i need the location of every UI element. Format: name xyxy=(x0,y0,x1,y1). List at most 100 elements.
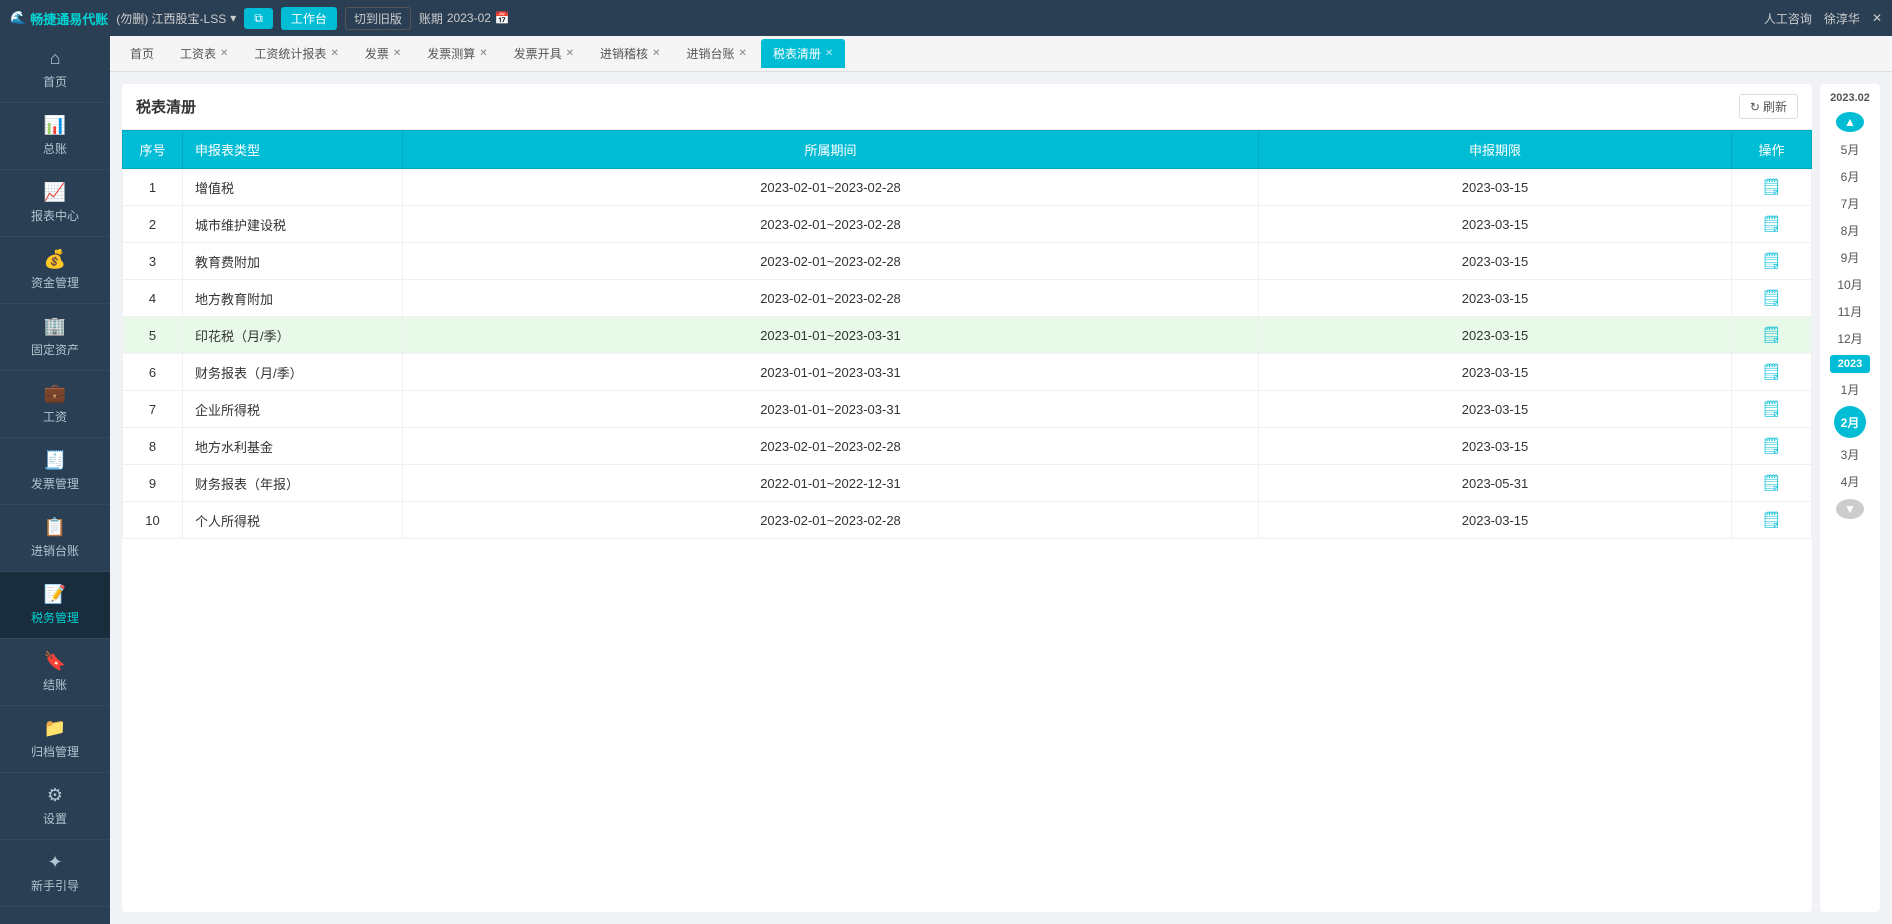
switch-old-btn[interactable]: 切到旧版 xyxy=(345,7,411,30)
archive-icon: 📁 xyxy=(44,718,66,739)
refresh-btn[interactable]: ↻ 刷新 xyxy=(1739,94,1798,119)
tab-sales-ledger[interactable]: 进销台账 ✕ xyxy=(674,39,758,68)
cell-action[interactable]: 🗒 xyxy=(1732,317,1812,354)
tab-invoice-open[interactable]: 发票开具 ✕ xyxy=(502,39,586,68)
action-icon[interactable]: 🗒 xyxy=(1761,364,1781,381)
sidebar-label-reconcile: 进销台账 xyxy=(31,542,79,559)
action-icon[interactable]: 🗒 xyxy=(1761,253,1781,270)
sidebar-item-wages[interactable]: 💼 工资 xyxy=(0,371,110,438)
sidebar-item-report[interactable]: 📈 报表中心 xyxy=(0,170,110,237)
table-row: 10 个人所得税 2023-02-01~2023-02-28 2023-03-1… xyxy=(123,502,1812,539)
consult-btn[interactable]: 人工咨询 xyxy=(1764,10,1812,27)
cal-month-1[interactable]: 1月 xyxy=(1820,376,1880,403)
cal-month-3[interactable]: 3月 xyxy=(1820,441,1880,468)
action-icon[interactable]: 🗒 xyxy=(1761,290,1781,307)
tab-tax-register[interactable]: 税表清册 ✕ xyxy=(761,39,845,68)
cell-type: 增值税 xyxy=(183,169,403,206)
user-name[interactable]: 徐淳华 xyxy=(1824,10,1860,27)
sidebar-item-member[interactable]: ♦ 畅会员 xyxy=(0,907,110,924)
cell-action[interactable]: 🗒 xyxy=(1732,502,1812,539)
sidebar-item-home[interactable]: ⌂ 首页 xyxy=(0,36,110,103)
cell-deadline: 2023-03-15 xyxy=(1259,428,1732,465)
tax-icon: 📝 xyxy=(44,584,66,605)
cell-action[interactable]: 🗒 xyxy=(1732,206,1812,243)
calendar-scroll-up[interactable]: ▲ xyxy=(1836,112,1864,132)
tab-invoice[interactable]: 发票 ✕ xyxy=(353,39,413,68)
tab-invoice-close[interactable]: ✕ xyxy=(393,48,401,59)
cal-month-5[interactable]: 5月 xyxy=(1820,136,1880,163)
sidebar-item-tax[interactable]: 📝 税务管理 xyxy=(0,572,110,639)
action-icon[interactable]: 🗒 xyxy=(1761,475,1781,492)
sidebar-item-settle[interactable]: 🔖 结账 xyxy=(0,639,110,706)
action-icon[interactable]: 🗒 xyxy=(1761,216,1781,233)
tab-sales-ledger-close[interactable]: ✕ xyxy=(738,48,746,59)
cell-deadline: 2023-03-15 xyxy=(1259,206,1732,243)
cell-type: 财务报表（月/季） xyxy=(183,354,403,391)
cell-action[interactable]: 🗒 xyxy=(1732,428,1812,465)
action-icon[interactable]: 🗒 xyxy=(1761,512,1781,529)
tab-home[interactable]: 首页 xyxy=(118,39,166,68)
close-icon[interactable]: ✕ xyxy=(1872,11,1882,25)
sidebar-item-settings[interactable]: ⚙ 设置 xyxy=(0,773,110,840)
calendar-icon[interactable]: 📅 xyxy=(495,11,510,25)
cell-action[interactable]: 🗒 xyxy=(1732,169,1812,206)
cal-year-2023[interactable]: 2023 xyxy=(1830,355,1870,373)
cal-month-2-active[interactable]: 2月 xyxy=(1834,406,1866,438)
tab-invoice-open-close[interactable]: ✕ xyxy=(566,48,574,59)
workbench-btn[interactable]: 工作台 xyxy=(281,7,337,30)
funds-icon: 💰 xyxy=(44,249,66,270)
cell-period: 2023-02-01~2023-02-28 xyxy=(403,428,1259,465)
cell-action[interactable]: 🗒 xyxy=(1732,465,1812,502)
col-no: 序号 xyxy=(123,131,183,169)
reconcile-icon: 📋 xyxy=(44,517,66,538)
sidebar-label-guide: 新手引导 xyxy=(31,877,79,894)
tab-wages[interactable]: 工资表 ✕ xyxy=(168,39,240,68)
cell-action[interactable]: 🗒 xyxy=(1732,391,1812,428)
tab-wage-stat[interactable]: 工资统计报表 ✕ xyxy=(242,39,350,68)
sidebar-item-reconcile[interactable]: 📋 进销台账 xyxy=(0,505,110,572)
sidebar-item-assets[interactable]: 🏢 固定资产 xyxy=(0,304,110,371)
action-icon[interactable]: 🗒 xyxy=(1761,438,1781,455)
sidebar-item-invoice[interactable]: 🧾 发票管理 xyxy=(0,438,110,505)
cell-action[interactable]: 🗒 xyxy=(1732,243,1812,280)
copy-btn[interactable]: ⧉ xyxy=(244,8,273,29)
sidebar-item-ledger[interactable]: 📊 总账 xyxy=(0,103,110,170)
table-row: 8 地方水利基金 2023-02-01~2023-02-28 2023-03-1… xyxy=(123,428,1812,465)
cal-month-6[interactable]: 6月 xyxy=(1820,163,1880,190)
cal-month-8[interactable]: 8月 xyxy=(1820,217,1880,244)
cal-month-10[interactable]: 10月 xyxy=(1820,271,1880,298)
action-icon[interactable]: 🗒 xyxy=(1761,401,1781,418)
cal-month-7[interactable]: 7月 xyxy=(1820,190,1880,217)
cell-no: 2 xyxy=(123,206,183,243)
cal-month-12[interactable]: 12月 xyxy=(1820,325,1880,352)
cell-type: 印花税（月/季） xyxy=(183,317,403,354)
calendar-scroll-down[interactable]: ▼ xyxy=(1836,499,1864,519)
cal-month-4[interactable]: 4月 xyxy=(1820,468,1880,495)
action-icon[interactable]: 🗒 xyxy=(1761,179,1781,196)
cal-month-9[interactable]: 9月 xyxy=(1820,244,1880,271)
tab-invoice-calc-close[interactable]: ✕ xyxy=(479,48,487,59)
ledger-icon: 📊 xyxy=(44,115,66,136)
tab-sales-check[interactable]: 进销稽核 ✕ xyxy=(588,39,672,68)
action-icon[interactable]: 🗒 xyxy=(1761,327,1781,344)
table-row: 3 教育费附加 2023-02-01~2023-02-28 2023-03-15… xyxy=(123,243,1812,280)
cell-action[interactable]: 🗒 xyxy=(1732,280,1812,317)
cell-action[interactable]: 🗒 xyxy=(1732,354,1812,391)
sidebar-item-funds[interactable]: 💰 资金管理 xyxy=(0,237,110,304)
cell-type: 个人所得税 xyxy=(183,502,403,539)
tab-wage-stat-close[interactable]: ✕ xyxy=(330,48,338,59)
sidebar-label-settle: 结账 xyxy=(43,676,67,693)
tab-tax-register-close[interactable]: ✕ xyxy=(825,48,833,59)
company-selector[interactable]: (勿删) 江西股宝-LSS ▾ xyxy=(116,10,236,27)
sidebar-item-guide[interactable]: ✦ 新手引导 xyxy=(0,840,110,907)
cell-deadline: 2023-03-15 xyxy=(1259,243,1732,280)
tab-invoice-calc[interactable]: 发票测算 ✕ xyxy=(415,39,499,68)
sidebar-item-archive[interactable]: 📁 归档管理 xyxy=(0,706,110,773)
cell-period: 2023-02-01~2023-02-28 xyxy=(403,280,1259,317)
tab-wages-close[interactable]: ✕ xyxy=(220,48,228,59)
company-dropdown-icon[interactable]: ▾ xyxy=(230,11,236,25)
table-row: 6 财务报表（月/季） 2023-01-01~2023-03-31 2023-0… xyxy=(123,354,1812,391)
tab-sales-check-close[interactable]: ✕ xyxy=(652,48,660,59)
table-row: 5 印花税（月/季） 2023-01-01~2023-03-31 2023-03… xyxy=(123,317,1812,354)
cal-month-11[interactable]: 11月 xyxy=(1820,298,1880,325)
